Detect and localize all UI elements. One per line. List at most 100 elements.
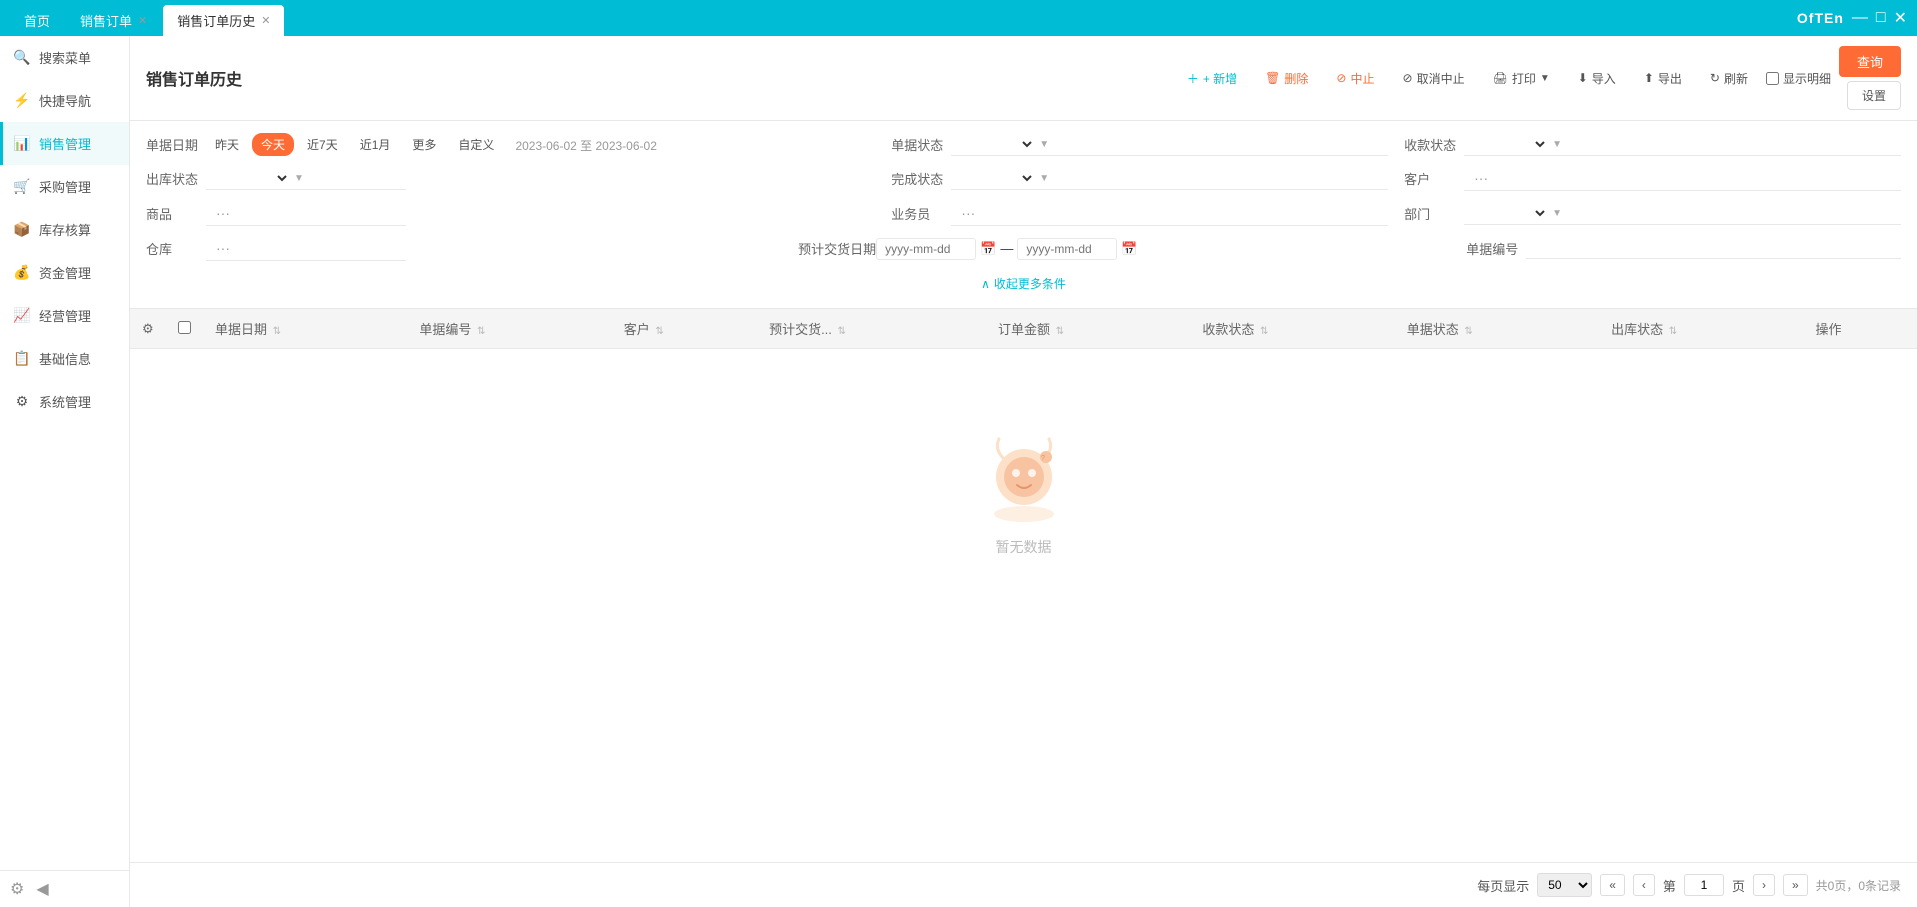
delete-button[interactable]: 🗑 删除: [1255, 65, 1318, 92]
window-close-btn[interactable]: ✕: [1894, 8, 1907, 28]
settings-button[interactable]: 设置: [1847, 81, 1901, 110]
sidebar-item-search-menu[interactable]: 🔍 搜索菜单: [0, 36, 129, 79]
date-opt-last1m[interactable]: 近1月: [351, 133, 400, 156]
date-opt-last7[interactable]: 近7天: [298, 133, 347, 156]
page-header: 销售订单历史 ＋ + 新增 🗑 删除 ⊘ 中止 ⊘ 取消中止: [130, 36, 1917, 121]
collapse-more-btn[interactable]: ∧ 收起更多条件: [146, 271, 1901, 296]
date-range-separator: —: [1000, 241, 1013, 256]
tab-sales-order-history-close[interactable]: ✕: [261, 14, 270, 27]
sidebar-item-sys-mgmt-label: 系统管理: [39, 392, 91, 411]
tab-sales-order-close[interactable]: ✕: [138, 14, 147, 27]
sidebar-settings-icon[interactable]: ⚙: [10, 879, 24, 899]
col-amount: 订单金额 ⇅: [986, 309, 1190, 349]
col-payment-sort-icon[interactable]: ⇅: [1260, 326, 1268, 337]
tab-sales-order[interactable]: 销售订单 ✕: [66, 5, 161, 36]
goods-label: 商品: [146, 204, 206, 223]
complete-status-select[interactable]: [955, 170, 1035, 187]
data-table: ⚙ 单据日期 ⇅ 单据编号 ⇅: [130, 309, 1917, 349]
salesperson-ellipsis-icon[interactable]: ···: [955, 203, 981, 223]
search-menu-icon: 🔍: [13, 49, 31, 67]
col-doc-sort-icon[interactable]: ⇅: [1464, 326, 1472, 337]
col-no-sort-icon[interactable]: ⇅: [477, 326, 485, 337]
sidebar-item-sys-mgmt[interactable]: ⚙ 系统管理: [0, 380, 129, 423]
delivery-status-select-wrapper[interactable]: ▼: [206, 168, 406, 190]
display-cols-checkbox[interactable]: 显示明细: [1766, 70, 1831, 87]
table-settings-col[interactable]: ⚙: [130, 309, 166, 349]
doc-status-select-wrapper[interactable]: ▼: [951, 134, 1388, 156]
doc-status-select[interactable]: [955, 136, 1035, 153]
date-opt-custom[interactable]: 自定义: [449, 133, 503, 156]
payment-status-select[interactable]: [1468, 136, 1548, 153]
date-opt-more[interactable]: 更多: [403, 133, 445, 156]
tab-sales-order-history-label: 销售订单历史: [177, 11, 255, 30]
query-button[interactable]: 查询: [1839, 46, 1901, 77]
table-checkbox-col[interactable]: [166, 309, 203, 349]
per-page-select[interactable]: 50 10 20 100: [1537, 873, 1592, 897]
page-input[interactable]: [1684, 874, 1724, 896]
select-all-checkbox[interactable]: [178, 321, 191, 334]
refresh-button[interactable]: ↻ 刷新: [1700, 65, 1758, 92]
sidebar-collapse-icon[interactable]: ◀: [36, 879, 48, 899]
sidebar-item-purchase-mgmt[interactable]: 🛒 采购管理: [0, 165, 129, 208]
new-button[interactable]: ＋ + 新增: [1177, 65, 1247, 92]
print-button[interactable]: 🖨 打印 ▼: [1483, 65, 1560, 92]
stop-button[interactable]: ⊘ 中止: [1326, 65, 1384, 92]
tab-sales-order-label: 销售订单: [80, 11, 132, 30]
tab-home[interactable]: 首页: [10, 5, 64, 36]
order-no-input[interactable]: [1530, 241, 1897, 256]
next-page-btn[interactable]: ›: [1753, 874, 1775, 896]
export-icon: ⬆: [1644, 71, 1654, 85]
complete-status-select-wrapper[interactable]: ▼: [951, 168, 1388, 190]
customer-ellipsis-icon[interactable]: ···: [1468, 168, 1494, 188]
tab-home-label: 首页: [24, 11, 50, 30]
sidebar-item-finance-label: 资金管理: [39, 263, 91, 282]
cancel-stop-button[interactable]: ⊘ 取消中止: [1393, 65, 1475, 92]
finance-icon: 💰: [13, 264, 31, 282]
payment-status-chevron-icon: ▼: [1552, 139, 1562, 150]
sidebar-item-quick-nav[interactable]: ⚡ 快捷导航: [0, 79, 129, 122]
first-page-btn[interactable]: «: [1600, 874, 1625, 896]
display-cols-input[interactable]: [1766, 72, 1779, 85]
warehouse-ellipsis-icon[interactable]: ···: [210, 238, 236, 258]
sidebar-item-sales-mgmt[interactable]: 📊 销售管理: [0, 122, 129, 165]
export-button[interactable]: ⬆ 导出: [1634, 65, 1692, 92]
import-icon: ⬇: [1578, 71, 1588, 85]
col-customer-sort-icon[interactable]: ⇅: [655, 326, 663, 337]
last-page-btn[interactable]: »: [1783, 874, 1808, 896]
salesperson-label: 业务员: [891, 204, 951, 223]
print-chevron-icon: ▼: [1540, 73, 1550, 84]
delivery-status-select[interactable]: [210, 170, 290, 187]
dept-select[interactable]: [1468, 205, 1548, 222]
content-area: 销售订单历史 ＋ + 新增 🗑 删除 ⊘ 中止 ⊘ 取消中止: [130, 36, 1917, 907]
quick-nav-icon: ⚡: [13, 92, 31, 110]
col-delivery-status-sort-icon[interactable]: ⇅: [1669, 326, 1677, 337]
sidebar-item-finance[interactable]: 💰 资金管理: [0, 251, 129, 294]
date-opt-yesterday[interactable]: 昨天: [206, 133, 248, 156]
col-amount-sort-icon[interactable]: ⇅: [1056, 326, 1064, 337]
calendar-icon-left[interactable]: 📅: [980, 241, 996, 257]
goods-ellipsis-icon[interactable]: ···: [210, 203, 236, 223]
expected-date-start[interactable]: [876, 238, 976, 260]
new-icon: ＋: [1187, 70, 1199, 87]
payment-status-select-wrapper[interactable]: ▼: [1464, 134, 1901, 156]
minimize-btn[interactable]: —: [1852, 9, 1868, 27]
col-customer: 客户 ⇅: [612, 309, 757, 349]
maximize-btn[interactable]: □: [1876, 9, 1886, 27]
expected-date-end[interactable]: [1017, 238, 1117, 260]
empty-state: ? 暂无数据: [130, 349, 1917, 597]
date-opt-today[interactable]: 今天: [252, 133, 294, 156]
calendar-icon-right[interactable]: 📅: [1121, 241, 1137, 257]
tab-sales-order-history[interactable]: 销售订单历史 ✕: [163, 5, 284, 36]
col-delivery-sort-icon[interactable]: ⇅: [838, 326, 846, 337]
delete-icon: 🗑: [1265, 71, 1280, 85]
prev-page-btn[interactable]: ‹: [1633, 874, 1655, 896]
print-icon: 🖨: [1493, 71, 1508, 85]
gear-icon[interactable]: ⚙: [142, 321, 154, 336]
filter-payment-status: 收款状态 ▼: [1404, 134, 1901, 156]
sidebar-item-inventory[interactable]: 📦 库存核算: [0, 208, 129, 251]
sidebar-item-operations[interactable]: 📈 经营管理: [0, 294, 129, 337]
col-date-sort-icon[interactable]: ⇅: [273, 326, 281, 337]
sidebar-item-base-info[interactable]: 📋 基础信息: [0, 337, 129, 380]
import-button[interactable]: ⬇ 导入: [1568, 65, 1626, 92]
dept-select-wrapper[interactable]: ▼: [1464, 203, 1901, 225]
